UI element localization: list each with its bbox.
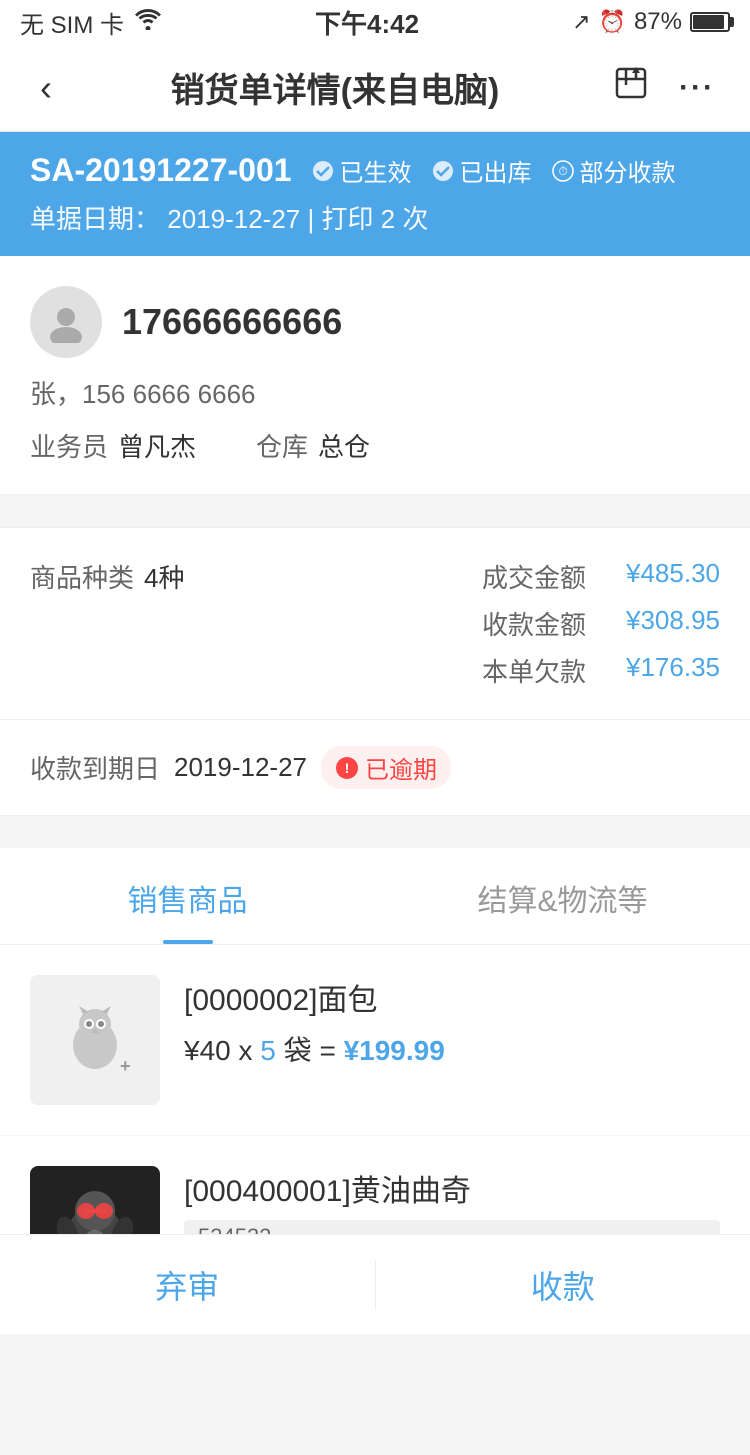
collected-value: ¥308.95	[626, 605, 720, 642]
due-section: 收款到期日 2019-12-27 ! 已逾期	[0, 720, 750, 816]
back-button[interactable]: ‹	[30, 57, 62, 119]
sales-name: 曾凡杰	[118, 427, 196, 464]
location-icon: ↗	[572, 9, 590, 35]
type-count: 4种	[144, 558, 184, 595]
tab-sales-products[interactable]: 销售商品	[0, 848, 375, 944]
status-bar: 无 SIM 卡 下午4:42 ↗ ⏰ 87%	[0, 0, 750, 44]
owe-value: ¥176.35	[626, 652, 720, 689]
amount-label: 成交金额	[482, 558, 586, 595]
overdue-badge: ! 已逾期	[321, 746, 451, 789]
separator-1	[0, 495, 750, 511]
status-bar-right: ↗ ⏰ 87%	[572, 8, 730, 36]
warehouse-name: 总仓	[318, 427, 370, 464]
battery-label: 87%	[634, 8, 682, 36]
owe-label: 本单欠款	[482, 652, 586, 689]
customer-meta: 业务员 曾凡杰 仓库 总仓	[30, 427, 720, 464]
alarm-icon: ⏰	[599, 9, 626, 35]
bottom-actions: 弃审 收款	[0, 1234, 750, 1334]
share-button[interactable]	[608, 60, 654, 115]
bread-qty: 5	[260, 1035, 276, 1066]
product-price-bread: ¥40 x 5 袋 = ¥199.99	[184, 1029, 720, 1069]
status-bar-time: 下午4:42	[315, 4, 419, 41]
nav-bar: ‹ 销货单详情(来自电脑) ···	[0, 44, 750, 132]
product-image-bread: +	[30, 975, 160, 1105]
wifi-icon	[134, 8, 162, 37]
customer-section: 17666666666 张，156 6666 6666 业务员 曾凡杰 仓库 总…	[0, 256, 750, 495]
warehouse-label: 仓库	[256, 427, 308, 464]
header-banner: SA-20191227-001 已生效 已出库 ⏱ 部分收款 单据日期： 201…	[0, 132, 750, 256]
status-effected: 已生效	[312, 153, 412, 188]
collected-label: 收款金额	[482, 605, 586, 642]
summary-section: 商品种类 4种 成交金额 ¥485.30 收款金额 ¥308.95 本单欠款 ¥…	[0, 527, 750, 720]
status-shipped: 已出库	[432, 153, 532, 188]
more-button[interactable]: ···	[674, 66, 720, 110]
svg-text:!: !	[345, 760, 350, 776]
status-partial-collected: ⏱ 部分收款	[552, 153, 676, 188]
amount-value: ¥485.30	[626, 558, 720, 595]
avatar	[30, 286, 102, 358]
svg-text:+: +	[120, 1056, 131, 1076]
battery-icon	[690, 12, 730, 32]
due-date: 2019-12-27	[174, 752, 307, 783]
status-bar-left: 无 SIM 卡	[20, 5, 162, 40]
order-date-info: 单据日期： 2019-12-27 | 打印 2 次	[30, 199, 720, 236]
bread-price: ¥40	[184, 1035, 231, 1066]
due-label: 收款到期日	[30, 749, 160, 786]
bread-unit: 袋	[284, 1035, 312, 1066]
collect-button[interactable]: 收款	[376, 1242, 750, 1328]
type-label: 商品种类	[30, 558, 134, 595]
customer-phone: 17666666666	[122, 301, 342, 343]
sales-label: 业务员	[30, 427, 108, 464]
product-name-bread: [0000002]面包	[184, 975, 720, 1019]
tab-settlement-logistics[interactable]: 结算&物流等	[375, 848, 750, 944]
product-info-bread: [0000002]面包 ¥40 x 5 袋 = ¥199.99	[184, 975, 720, 1069]
customer-name: 张，156 6666 6666	[30, 374, 720, 411]
date-label: 单据日期：	[30, 204, 160, 234]
order-id: SA-20191227-001	[30, 152, 292, 189]
bread-total: ¥199.99	[344, 1035, 445, 1066]
order-date: 2019-12-27	[167, 204, 300, 234]
product-name-cookie: [000400001]黄油曲奇	[184, 1166, 720, 1210]
nav-actions: ···	[608, 60, 720, 115]
overdue-text: 已逾期	[365, 750, 437, 785]
separator-2	[0, 816, 750, 832]
svg-text:⏱: ⏱	[558, 164, 567, 178]
print-info: | 打印 2 次	[307, 204, 428, 234]
carrier-label: 无 SIM 卡	[20, 5, 124, 40]
cancel-review-button[interactable]: 弃审	[0, 1242, 375, 1328]
tabs-section: 销售商品 结算&物流等	[0, 848, 750, 945]
product-item-bread: + [0000002]面包 ¥40 x 5 袋 = ¥199.99	[0, 945, 750, 1136]
page-title: 销货单详情(来自电脑)	[171, 63, 500, 112]
